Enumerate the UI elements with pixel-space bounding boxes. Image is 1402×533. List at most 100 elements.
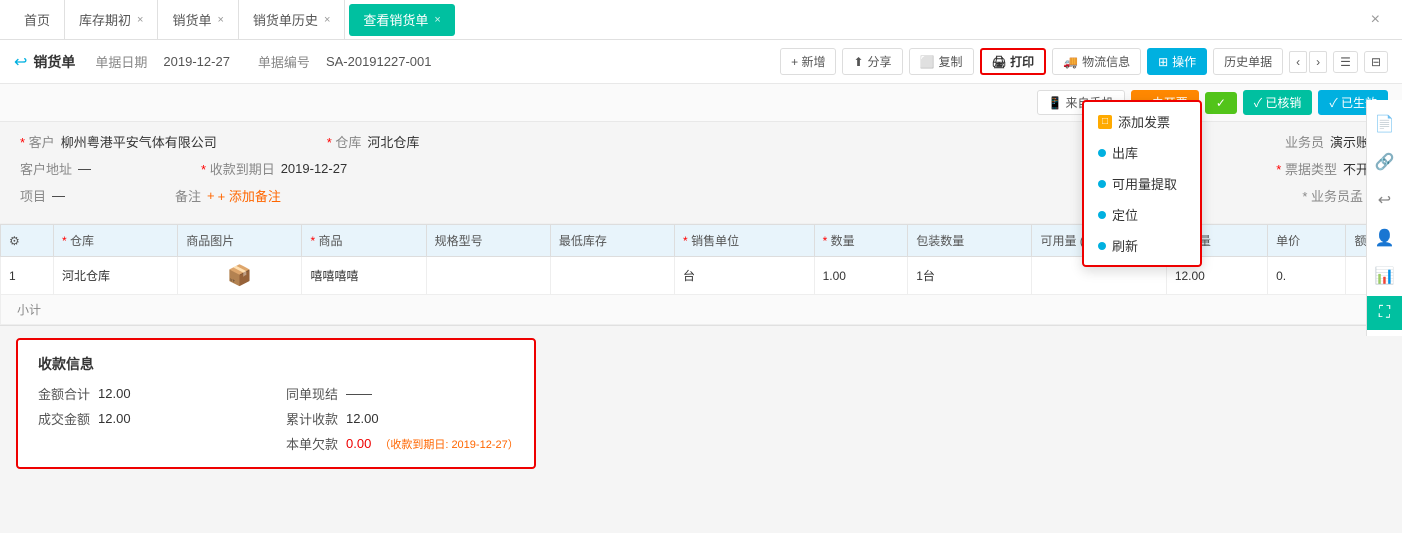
check-button[interactable]: ✓: [1205, 92, 1237, 114]
ticket-type-label: 票据类型: [1276, 159, 1337, 178]
product-image: 📦: [227, 265, 252, 287]
row-warehouse: 河北仓库: [54, 257, 178, 295]
col-gear: ⚙: [1, 225, 54, 257]
sale-closed-button[interactable]: ✓ 已核销: [1243, 90, 1313, 115]
row-spec: [426, 257, 550, 295]
share-button[interactable]: ⬆ 分享: [842, 48, 902, 75]
check-icon: ✓: [1216, 96, 1226, 110]
due-suffix: （收款到期日: 2019-12-27）: [379, 436, 514, 452]
col-price: 单价: [1268, 225, 1346, 257]
operations-button[interactable]: ⊞ 操作: [1147, 48, 1207, 75]
tab-home[interactable]: 首页: [10, 0, 65, 39]
number-label: 单据编号: [258, 52, 310, 71]
warehouse-label: 仓库: [327, 132, 362, 151]
doc-actions: + 新增 ⬆ 分享 ⬜ 复制 🖨 打印 🚚 物流信息 ⊞ 操作 历史单据: [780, 48, 1388, 75]
remark-label: 备注: [175, 186, 201, 205]
row-pack-qty: 1台: [908, 257, 1032, 295]
payment-box: 收款信息 金额合计 12.00 同单现结 —— 成交金额 12.00 累计收款 …: [16, 338, 536, 469]
same-order-label: 同单现结: [286, 384, 338, 403]
history-button[interactable]: 历史单据: [1213, 48, 1283, 75]
effective-icon: ✓: [1329, 96, 1337, 110]
doc-header: ↩ 销货单 单据日期 2019-12-27 单据编号 SA-20191227-0…: [0, 40, 1402, 84]
row-index: 1: [1, 257, 54, 295]
locate-dot: [1098, 211, 1106, 219]
refresh-item[interactable]: 刷新: [1084, 230, 1200, 261]
col-min-stock: 最低库存: [550, 225, 674, 257]
col-image: 商品图片: [178, 225, 302, 257]
subtotal-label: 小计: [1, 295, 1402, 325]
tab-close-view-sales[interactable]: ×: [434, 14, 440, 26]
app-container: 首页 库存期初 × 销货单 × 销货单历史 × 查看销货单 × × ↩ 销货单 …: [0, 0, 1402, 481]
same-order-item: 同单现结 ——: [286, 384, 514, 403]
sidebar-doc-icon[interactable]: 📄: [1367, 106, 1402, 142]
payment-date-field: 收款到期日 2019-12-27: [201, 159, 347, 178]
print-button[interactable]: 🖨 打印: [980, 48, 1047, 75]
due-label: 本单欠款: [286, 434, 338, 453]
grid-view-button[interactable]: ⊟: [1364, 51, 1388, 73]
col-warehouse: 仓库: [54, 225, 178, 257]
sidebar-chart-icon[interactable]: 📊: [1367, 258, 1402, 294]
col-pack-qty: 包装数量: [908, 225, 1032, 257]
outbound-item[interactable]: 出库: [1084, 137, 1200, 168]
payment-date-label: 收款到期日: [201, 159, 275, 178]
cumulative-value: 12.00: [346, 411, 379, 426]
number-value: SA-20191227-001: [326, 54, 432, 69]
sidebar-undo-icon[interactable]: ↩: [1367, 182, 1402, 218]
project-field: 项目 —: [20, 186, 65, 205]
phone-icon: 📱: [1048, 96, 1063, 110]
tab-close-inventory[interactable]: ×: [137, 14, 143, 26]
tab-view-sales[interactable]: 查看销货单 ×: [349, 4, 454, 36]
address-value: —: [78, 161, 91, 176]
window-close-button[interactable]: ×: [1359, 11, 1392, 29]
warehouse-field: 仓库 河北仓库: [327, 132, 420, 151]
row-price: 0.: [1268, 257, 1346, 295]
warehouse-value: 河北仓库: [367, 132, 419, 151]
row-min-stock: [550, 257, 674, 295]
doc-meta: 单据日期 2019-12-27 单据编号 SA-20191227-001: [95, 52, 780, 71]
sidebar-link-icon[interactable]: 🔗: [1367, 144, 1402, 180]
customer-value: 柳州粤港平安气体有限公司: [61, 132, 217, 151]
share-icon: ⬆: [853, 55, 863, 69]
locate-item[interactable]: 定位: [1084, 199, 1200, 230]
add-invoice-item[interactable]: □ 添加发票: [1084, 106, 1200, 137]
cumulative-label: 累计收款: [286, 409, 338, 428]
project-value: —: [52, 188, 65, 203]
sidebar-expand-icon[interactable]: ⛶: [1367, 296, 1402, 330]
gear-icon: ⚙: [9, 234, 20, 248]
col-unit: 销售单位: [675, 225, 815, 257]
date-value: 2019-12-27: [163, 54, 230, 69]
next-button[interactable]: ›: [1309, 51, 1327, 73]
grid-icon: ⊞: [1158, 55, 1168, 69]
available-qty-dot: [1098, 180, 1106, 188]
copy-button[interactable]: ⬜ 复制: [909, 48, 974, 75]
sidebar-user-icon[interactable]: 👤: [1367, 220, 1402, 256]
prev-button[interactable]: ‹: [1289, 51, 1307, 73]
list-view-button[interactable]: ☰: [1333, 51, 1358, 73]
tab-close-sales[interactable]: ×: [217, 14, 223, 26]
transaction-label: 成交金额: [38, 409, 90, 428]
tab-inventory-init[interactable]: 库存期初 ×: [65, 0, 158, 39]
payment-section: 收款信息 金额合计 12.00 同单现结 —— 成交金额 12.00 累计收款 …: [0, 326, 1402, 481]
doc-icon: ↩: [14, 52, 27, 72]
add-remark-button[interactable]: + + 添加备注: [207, 186, 281, 205]
right-sidebar: 📄 🔗 ↩ 👤 📊 ⛶: [1366, 100, 1402, 336]
row-image: 📦: [178, 257, 302, 295]
subtotal-row: 小计: [1, 295, 1402, 325]
payment-date-value: 2019-12-27: [281, 161, 348, 176]
operations-dropdown: □ 添加发票 出库 可用量提取 定位 刷新: [1082, 100, 1202, 267]
customer-label: 客户: [20, 132, 55, 151]
row-unit: 台: [675, 257, 815, 295]
tab-sales-history[interactable]: 销货单历史 ×: [239, 0, 345, 39]
logistics-button[interactable]: 🚚 物流信息: [1052, 48, 1141, 75]
available-qty-item[interactable]: 可用量提取: [1084, 168, 1200, 199]
address-field: 客户地址 —: [20, 159, 91, 178]
tab-close-sales-history[interactable]: ×: [324, 14, 330, 26]
sales-rep-label: * 业务员孟: [1302, 186, 1363, 205]
tab-sales-order[interactable]: 销货单 ×: [158, 0, 238, 39]
same-order-value: ——: [346, 386, 372, 401]
new-button[interactable]: + 新增: [780, 48, 836, 75]
print-icon: 🖨: [992, 55, 1007, 69]
transaction-item: 成交金额 12.00: [38, 409, 266, 428]
row-product: 嘻嘻嘻嘻: [302, 257, 426, 295]
col-qty: 数量: [814, 225, 908, 257]
